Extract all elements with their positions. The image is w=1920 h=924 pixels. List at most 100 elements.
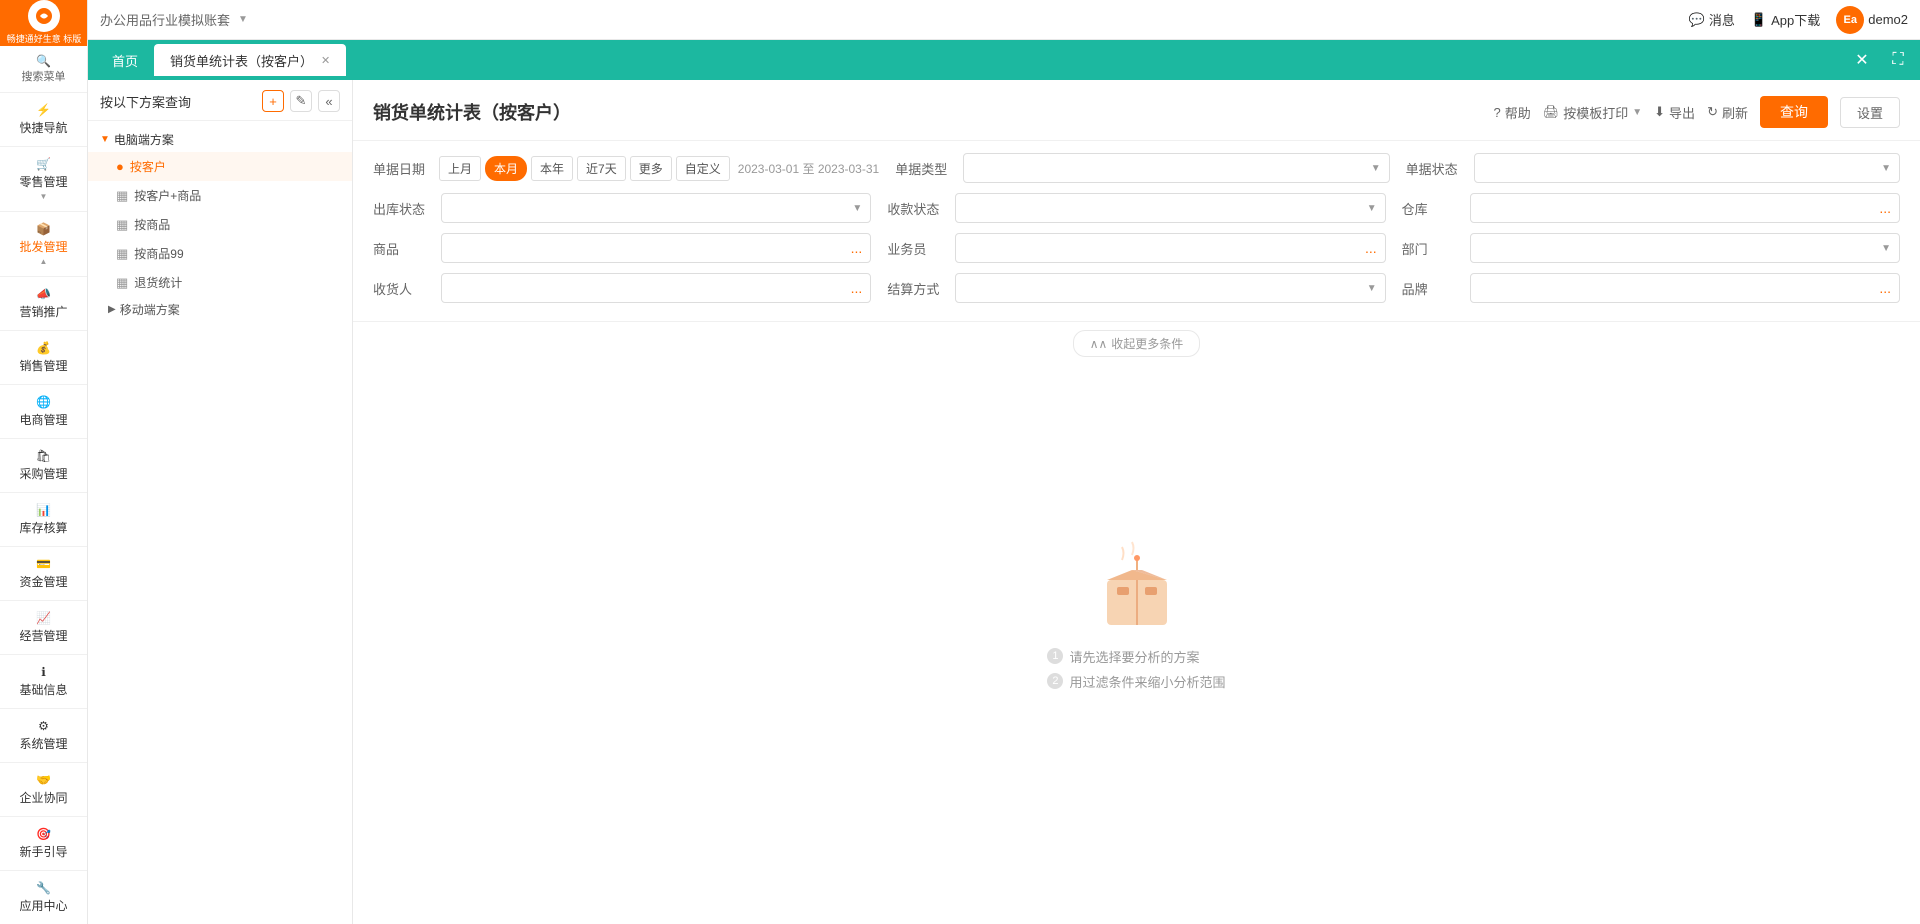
date-btn-this-month[interactable]: 本月	[485, 156, 527, 181]
retail-arrow: ▼	[40, 192, 48, 201]
edit-scheme-btn[interactable]: ✎	[290, 90, 312, 112]
salesperson-input[interactable]: ...	[955, 233, 1385, 263]
sidebar-item-enterprise[interactable]: 🤝 企业协同	[0, 763, 87, 817]
date-btn-more[interactable]: 更多	[630, 156, 672, 181]
goods-filter: 商品 ...	[373, 233, 871, 263]
payment-label: 结算方式	[887, 279, 947, 298]
sidebar-item-marketing[interactable]: 📣 营销推广	[0, 277, 87, 331]
receiver-input[interactable]: ...	[441, 273, 871, 303]
payment-select[interactable]: ▼	[955, 273, 1385, 303]
scheme-item-by-customer[interactable]: ● 按客户	[88, 152, 352, 181]
sidebar-item-newbie[interactable]: 🎯 新手引导	[0, 817, 87, 871]
search-menu[interactable]: 🔍 搜索菜单	[0, 46, 87, 93]
print-dropdown-icon: ▼	[1632, 107, 1642, 118]
sidebar-item-basic[interactable]: ℹ 基础信息	[0, 655, 87, 709]
doc-type-select[interactable]: ▼	[963, 153, 1389, 183]
system-label: 系统管理	[19, 735, 67, 752]
print-btn[interactable]: 🖨 按模板打印 ▼	[1543, 103, 1642, 122]
tabbar-actions: ✕ ⛶	[1848, 46, 1912, 74]
scheme-item-by-customer-goods[interactable]: ▦ 按客户+商品	[88, 181, 352, 210]
date-btn-this-year[interactable]: 本年	[531, 156, 573, 181]
tab-minimize-btn[interactable]: ✕	[1848, 46, 1876, 74]
sidebar-item-system[interactable]: ⚙ 系统管理	[0, 709, 87, 763]
by-customer-label: 按客户	[130, 158, 166, 175]
page-header: 销货单统计表（按客户） ? 帮助 🖨 按模板打印 ▼ ⬇ 导出	[353, 80, 1920, 141]
collapse-btn[interactable]: ∧∧ 收起更多条件	[1073, 330, 1201, 357]
logo-text: 畅捷通好生意 标版	[7, 34, 82, 46]
message-btn[interactable]: 💬 消息	[1689, 10, 1735, 29]
desktop-group-title[interactable]: ▼ 电脑端方案	[88, 127, 352, 152]
print-label: 按模板打印	[1563, 103, 1628, 122]
scheme-item-return-stat[interactable]: ▦ 退货统计	[88, 268, 352, 297]
department-select[interactable]: ▼	[1470, 233, 1900, 263]
warehouse-filter: 仓库 ...	[1402, 193, 1900, 223]
warehouse-dots[interactable]: ...	[1879, 200, 1891, 216]
goods-dots[interactable]: ...	[851, 240, 863, 256]
out-status-select[interactable]: ▼	[441, 193, 871, 223]
tab-home[interactable]: 首页	[96, 44, 154, 76]
export-btn[interactable]: ⬇ 导出	[1654, 103, 1695, 122]
doc-type-label: 单据类型	[895, 159, 955, 178]
appstore-icon: 🔧	[36, 881, 51, 895]
doc-status-filter: 单据状态 ▼	[1406, 153, 1900, 183]
help-btn[interactable]: ? 帮助	[1493, 103, 1530, 122]
user-name: demo2	[1868, 12, 1908, 27]
date-btn-custom[interactable]: 自定义	[676, 156, 730, 181]
desktop-group-items: ● 按客户 ▦ 按客户+商品 ▦ 按商品 ▦ 按商品99	[88, 152, 352, 297]
sidebar-item-retail[interactable]: 🛒 零售管理 ▼	[0, 147, 87, 212]
export-icon: ⬇	[1654, 104, 1665, 120]
brand-filter: 品牌 ...	[1402, 273, 1900, 303]
collapse-panel-btn[interactable]: «	[318, 90, 340, 112]
date-btn-last-month[interactable]: 上月	[439, 156, 481, 181]
mobile-group-title[interactable]: ▶ 移动端方案	[88, 297, 352, 322]
sidebar-item-purchase[interactable]: 🛍 采购管理	[0, 439, 87, 493]
tabbar: 首页 销货单统计表（按客户） ✕ ✕ ⛶	[88, 40, 1920, 80]
add-scheme-btn[interactable]: +	[262, 90, 284, 112]
retail-icon: 🛒	[36, 157, 51, 171]
sidebar-item-wholesale[interactable]: 📦 批发管理 ▲	[0, 212, 87, 277]
business-icon: 📈	[36, 611, 51, 625]
app-download-btn[interactable]: 📱 App下载	[1751, 10, 1820, 29]
retail-label: 零售管理	[19, 173, 67, 190]
maximize-icon: ⛶	[1892, 51, 1903, 69]
sidebar-item-finance[interactable]: 💳 资金管理	[0, 547, 87, 601]
user-menu[interactable]: Ea demo2	[1836, 6, 1908, 34]
search-icon: 🔍	[36, 54, 51, 68]
doc-status-dropdown-icon: ▼	[1881, 163, 1891, 174]
settings-btn[interactable]: 设置	[1840, 97, 1900, 128]
receiver-dots[interactable]: ...	[851, 280, 863, 296]
date-btn-last-7[interactable]: 近7天	[577, 156, 626, 181]
doc-status-select[interactable]: ▼	[1474, 153, 1900, 183]
left-panel-title: 按以下方案查询	[100, 92, 191, 111]
date-range-text: 2023-03-01 至 2023-03-31	[738, 160, 879, 177]
mobile-triangle-icon: ▶	[108, 304, 116, 315]
sidebar-item-inventory[interactable]: 📊 库存核算	[0, 493, 87, 547]
sidebar-item-appstore[interactable]: 🔧 应用中心	[0, 871, 87, 924]
scheme-item-by-goods-99[interactable]: ▦ 按商品99	[88, 239, 352, 268]
refresh-icon: ↻	[1707, 104, 1718, 120]
sidebar-item-sales[interactable]: 💰 销售管理	[0, 331, 87, 385]
refresh-btn[interactable]: ↻ 刷新	[1707, 103, 1748, 122]
sidebar-item-ecommerce[interactable]: 🌐 电商管理	[0, 385, 87, 439]
message-icon: 💬	[1689, 12, 1705, 28]
industry-dropdown-arrow[interactable]: ▼	[238, 14, 248, 25]
finance-icon: 💳	[36, 557, 51, 571]
salesperson-dots[interactable]: ...	[1365, 240, 1377, 256]
topbar-left: 办公用品行业模拟账套 ▼	[100, 10, 248, 29]
query-btn[interactable]: 查询	[1760, 96, 1828, 128]
brand-input[interactable]: ...	[1470, 273, 1900, 303]
quick-nav-label: 快捷导航	[19, 119, 67, 136]
tab-close-icon[interactable]: ✕	[321, 54, 330, 67]
brand-dots[interactable]: ...	[1879, 280, 1891, 296]
receipt-status-select[interactable]: ▼	[955, 193, 1385, 223]
salesperson-label: 业务员	[887, 239, 947, 258]
receipt-status-filter: 收款状态 ▼	[887, 193, 1385, 223]
by-goods-icon: ▦	[116, 217, 128, 233]
goods-input[interactable]: ...	[441, 233, 871, 263]
tab-maximize-btn[interactable]: ⛶	[1884, 46, 1912, 74]
tab-sales-stat[interactable]: 销货单统计表（按客户） ✕	[154, 44, 346, 76]
sidebar-item-quick-nav[interactable]: ⚡ 快捷导航	[0, 93, 87, 147]
sidebar-item-business[interactable]: 📈 经营管理	[0, 601, 87, 655]
scheme-item-by-goods[interactable]: ▦ 按商品	[88, 210, 352, 239]
warehouse-input[interactable]: ...	[1470, 193, 1900, 223]
